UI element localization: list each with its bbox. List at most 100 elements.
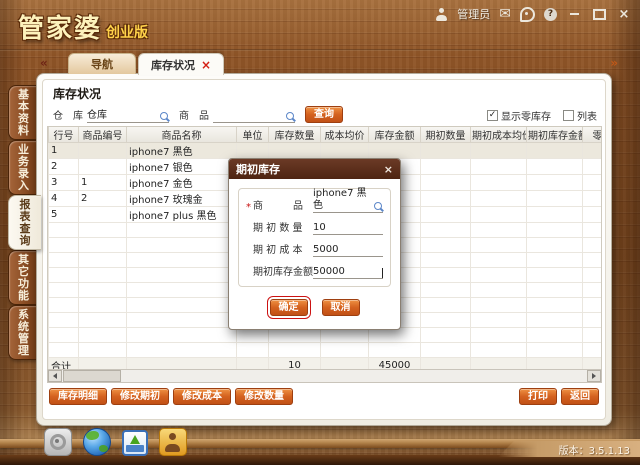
col-initial-amount: 期初库存金额 (527, 127, 583, 143)
col-avg-cost: 成本均价 (321, 127, 369, 143)
list-view-option[interactable]: 列表 (563, 108, 597, 123)
dialog-fieldset: * 商 品 iphone7 黑色 期 初 数 量 10 期 初 成 本 5000 (238, 188, 391, 287)
scroll-left-button[interactable] (48, 370, 62, 382)
empty-row (49, 343, 603, 358)
tab-label: 导航 (91, 56, 113, 72)
upgrade-icon[interactable] (122, 430, 148, 456)
logo-main-text: 管家婆 (18, 14, 102, 44)
query-button[interactable]: 查询 (305, 106, 343, 123)
sidebar-item-other-functions[interactable]: 其它功能 (8, 250, 38, 305)
col-stock-qty: 库存数量 (269, 127, 321, 143)
return-button[interactable]: 返回 (561, 388, 599, 405)
horizontal-scrollbar[interactable] (47, 369, 602, 383)
header-divider (0, 49, 640, 51)
initial-cost-input[interactable]: 5000 (313, 242, 383, 257)
footer-toolbar: 库存明细 修改期初 修改成本 修改数量 打印 返回 (49, 388, 599, 405)
col-product-name: 商品名称 (127, 127, 237, 143)
col-row-no: 行号 (49, 127, 79, 143)
mail-icon[interactable]: ✉ (499, 8, 511, 20)
stock-detail-button[interactable]: 库存明细 (49, 388, 107, 405)
minimize-icon (570, 13, 579, 15)
logo-sub-text: 创业版 (106, 25, 148, 41)
ok-button[interactable]: 确定 (270, 299, 308, 316)
search-icon[interactable] (160, 112, 168, 120)
user-dock-icon[interactable] (159, 428, 187, 456)
scrollbar-thumb[interactable] (63, 370, 121, 382)
col-initial-avg-cost: 期初成本均价 (471, 127, 527, 143)
product-field-row: * 商 品 iphone7 黑色 (246, 198, 383, 213)
show-zero-stock-checkbox[interactable]: ✓ (487, 110, 498, 121)
cancel-button[interactable]: 取消 (322, 299, 360, 316)
show-zero-stock-label: 显示零库存 (501, 108, 551, 123)
scroll-left-icon (53, 373, 57, 379)
header-controls: 管理员 ✉ ? × (435, 6, 632, 22)
tab-label: 库存状况 (151, 57, 195, 73)
initial-qty-field-row: 期 初 数 量 10 (246, 220, 383, 235)
initial-cost-field-row: 期 初 成 本 5000 (246, 242, 383, 257)
initial-amount-field-row: 期初库存金额 50000 (246, 264, 383, 279)
search-icon[interactable] (286, 112, 294, 120)
dialog-product-input[interactable]: iphone7 黑色 (313, 198, 383, 213)
dialog-close-icon[interactable]: × (384, 164, 393, 175)
weibo-icon[interactable] (520, 7, 535, 22)
col-stock-amount: 库存金额 (369, 127, 421, 143)
show-zero-stock-option[interactable]: ✓ 显示零库存 (487, 108, 551, 123)
product-input[interactable] (213, 108, 295, 123)
tabs-scroll-right-icon[interactable]: » (610, 56, 618, 70)
initial-qty-input[interactable]: 10 (313, 220, 383, 235)
product-label: 商 品 (179, 110, 209, 123)
dock (44, 428, 187, 456)
text-cursor (382, 268, 383, 278)
initial-inventory-dialog: 期初库存 × * 商 品 iphone7 黑色 期 初 数 量 10 期 初 成… (228, 158, 401, 330)
modify-initial-button[interactable]: 修改期初 (111, 388, 169, 405)
maximize-button[interactable] (591, 8, 607, 21)
dialog-body: * 商 品 iphone7 黑色 期 初 数 量 10 期 初 成 本 5000 (229, 179, 400, 329)
dialog-title: 期初库存 (236, 161, 280, 177)
dialog-buttons: 确定 取消 (238, 299, 391, 316)
required-mark: * (246, 202, 253, 213)
tab-close-icon[interactable]: × (201, 60, 211, 70)
initial-amount-input[interactable]: 50000 (313, 264, 383, 279)
close-icon: × (619, 9, 630, 20)
sidebar-item-business-entry[interactable]: 业务录入 (8, 140, 38, 195)
scroll-right-icon (592, 373, 596, 379)
table-row[interactable]: 1 iphone7 黑色 (49, 143, 603, 159)
help-icon[interactable]: ? (544, 8, 557, 21)
initial-qty-label: 期 初 数 量 (253, 223, 313, 235)
search-icon[interactable] (374, 202, 382, 210)
modify-cost-button[interactable]: 修改成本 (173, 388, 231, 405)
close-button[interactable]: × (616, 8, 632, 21)
minimize-button[interactable] (566, 8, 582, 21)
warehouse-label: 仓 库 (53, 110, 83, 123)
settings-icon[interactable] (44, 428, 72, 456)
user-name: 管理员 (457, 6, 490, 22)
sidebar-item-report-query[interactable]: 报表查询 (8, 195, 41, 250)
table-header-row: 行号 商品编号 商品名称 单位 库存数量 成本均价 库存金额 期初数量 期初成本… (49, 127, 603, 143)
print-button[interactable]: 打印 (519, 388, 557, 405)
list-view-checkbox[interactable] (563, 110, 574, 121)
page-title: 库存状况 (53, 85, 101, 102)
user-icon (435, 8, 448, 21)
initial-cost-label: 期 初 成 本 (253, 245, 313, 257)
sidebar-item-basic-data[interactable]: 基本资料 (8, 85, 38, 140)
dialog-titlebar: 期初库存 × (229, 159, 400, 179)
product-field-label: 商 品 (253, 201, 313, 213)
scroll-right-button[interactable] (587, 370, 601, 382)
maximize-icon (593, 9, 606, 20)
tab-navigation[interactable]: 导航 (68, 53, 136, 74)
col-product-code: 商品编号 (79, 127, 127, 143)
version-ribbon: 版本：3.5.1.13 (498, 441, 640, 457)
col-unit: 单位 (237, 127, 269, 143)
tab-bar: « 导航 库存状况 × » (36, 53, 610, 74)
sidebar-item-system-management[interactable]: 系统管理 (8, 305, 38, 360)
warehouse-input[interactable]: 仓库 (87, 108, 169, 123)
version-label: 版本：3.5.1.13 (559, 442, 630, 457)
col-initial-qty: 期初数量 (421, 127, 471, 143)
modify-qty-button[interactable]: 修改数量 (235, 388, 293, 405)
tabs-scroll-left-icon[interactable]: « (40, 56, 48, 70)
list-view-label: 列表 (577, 108, 597, 123)
network-icon[interactable] (83, 428, 111, 456)
tab-inventory-status[interactable]: 库存状况 × (138, 53, 224, 75)
filter-row: 仓 库 仓库 商 品 查询 ✓ 显示零库存 列表 (53, 105, 597, 123)
app-logo: 管家婆创业版 (18, 8, 148, 45)
